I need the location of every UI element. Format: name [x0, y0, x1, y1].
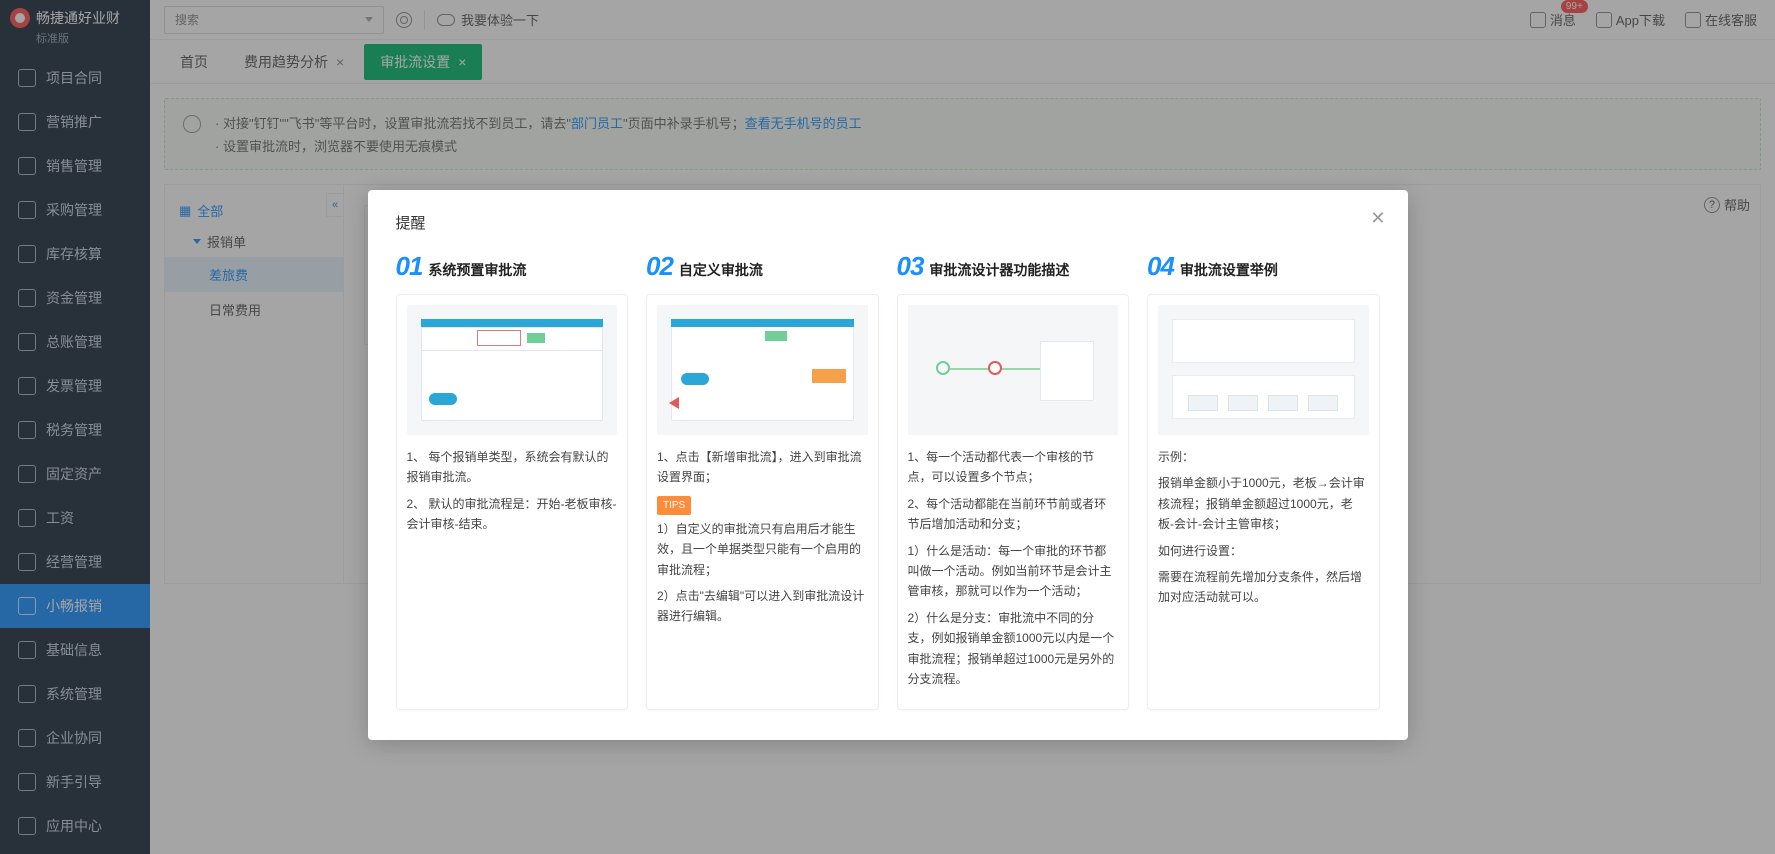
guide-card-4: 04 审批流设置举例示例：报销单金额小于1000元，老板→会计审核流程；报销单金额… — [1147, 251, 1380, 710]
card-number: 04 — [1147, 251, 1174, 282]
card-title: 自定义审批流 — [679, 260, 777, 280]
card-title: 审批流设置举例 — [1180, 260, 1292, 280]
card-thumbnail — [657, 305, 868, 435]
reminder-modal: 提醒 ✕ 01系统预置审批流 1、 每个报销单类型，系统会有默认的报销审批流。2、… — [368, 190, 1408, 740]
card-text: 1、点击【新增审批流】，进入到审批流设置界面；TIPS1）自定义的审批流只有启用… — [657, 447, 868, 627]
card-title: 系统预置审批流 — [428, 260, 540, 280]
modal-close-button[interactable]: ✕ — [1370, 208, 1385, 229]
card-thumbnail — [908, 305, 1119, 435]
card-thumbnail — [407, 305, 618, 435]
card-text: 示例：报销单金额小于1000元，老板→会计审核流程；报销单金额超过1000元，老… — [1158, 447, 1369, 608]
tips-badge: TIPS — [657, 496, 691, 515]
modal-title: 提醒 — [396, 212, 1380, 233]
modal-mask[interactable]: 提醒 ✕ 01系统预置审批流 1、 每个报销单类型，系统会有默认的报销审批流。2、… — [0, 0, 1775, 854]
card-text: 1、每一个活动都代表一个审核的节点，可以设置多个节点；2、每个活动都能在当前环节… — [908, 447, 1119, 689]
card-number: 03 — [897, 251, 924, 282]
card-thumbnail — [1158, 305, 1369, 435]
card-number: 02 — [646, 251, 673, 282]
card-text: 1、 每个报销单类型，系统会有默认的报销审批流。2、 默认的审批流程是：开始-老… — [407, 447, 618, 535]
guide-card-2: 02 自定义审批流 1、点击【新增审批流】，进入到审批流设置界面；TIPS1）自定义… — [646, 251, 879, 710]
card-title: 审批流设计器功能描述 — [929, 260, 1083, 280]
card-number: 01 — [396, 251, 423, 282]
guide-card-3: 03审批流设计器功能描述 1、每一个活动都代表一个审核的节点，可以设置多个节点；2… — [897, 251, 1130, 710]
guide-card-1: 01系统预置审批流 1、 每个报销单类型，系统会有默认的报销审批流。2、 默认的审… — [396, 251, 629, 710]
